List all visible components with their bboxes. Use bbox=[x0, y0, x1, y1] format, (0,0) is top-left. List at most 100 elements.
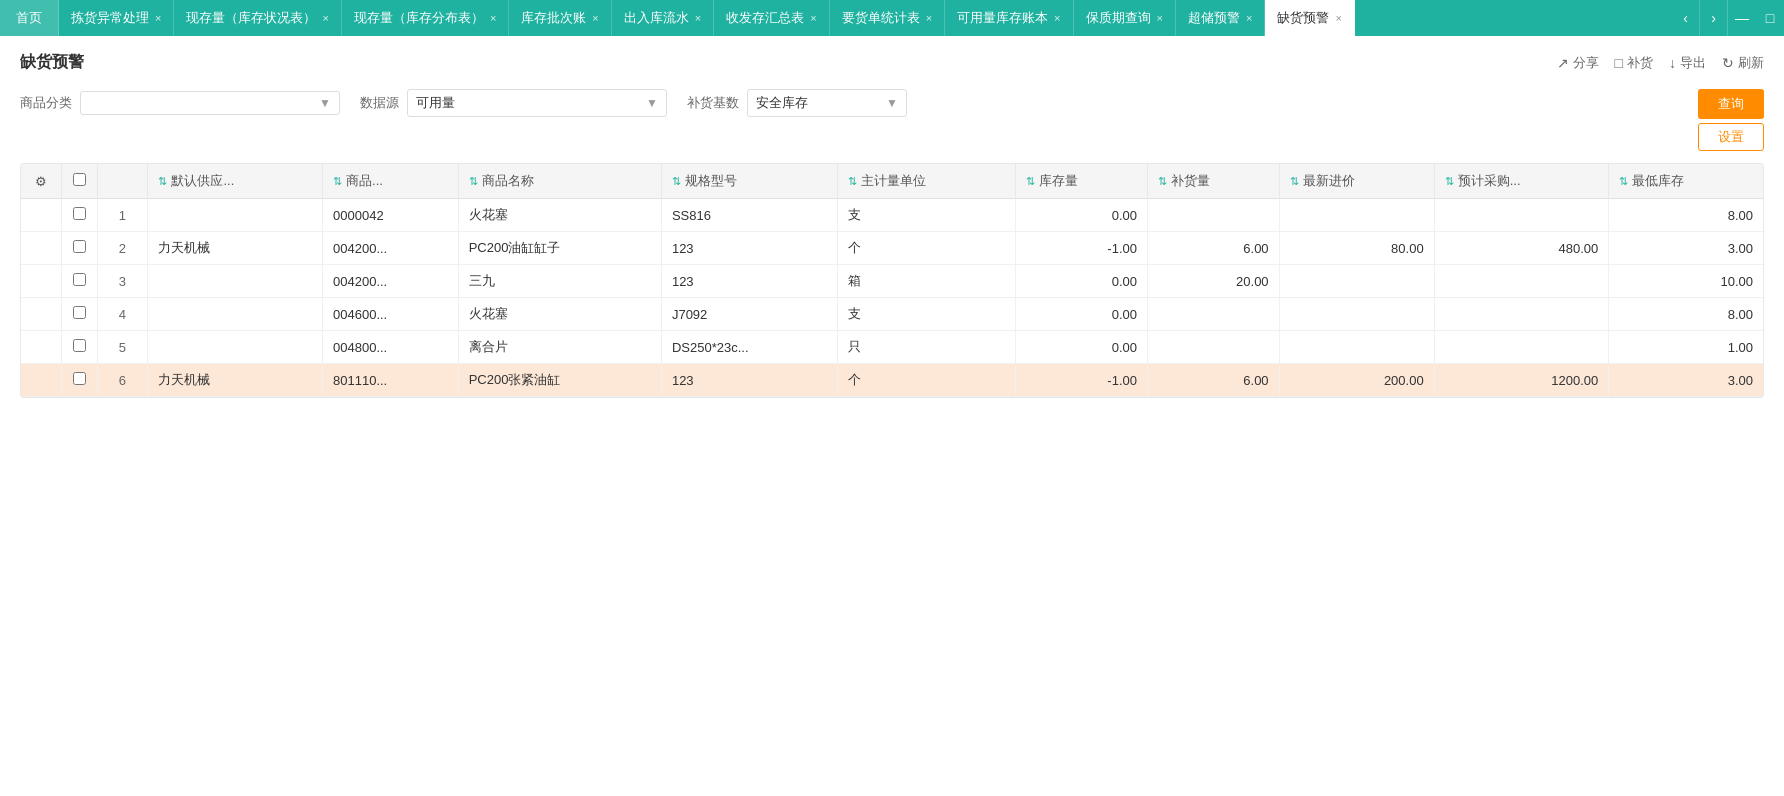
th-code[interactable]: ⇅商品... bbox=[323, 164, 459, 199]
td-est-purchase-0 bbox=[1434, 199, 1609, 232]
th-replenish[interactable]: ⇅补货量 bbox=[1148, 164, 1280, 199]
refresh-button[interactable]: ↻ 刷新 bbox=[1722, 54, 1764, 72]
td-est-purchase-2 bbox=[1434, 265, 1609, 298]
td-checkbox-0[interactable] bbox=[61, 199, 97, 232]
td-spec-3: J7092 bbox=[661, 298, 837, 331]
tab-close-inout-flow[interactable]: × bbox=[695, 12, 701, 24]
td-supplier-1: 力天机械 bbox=[148, 232, 323, 265]
td-stock-2: 0.00 bbox=[1016, 265, 1148, 298]
data-table: ⚙ ⇅默认供应... ⇅商品... ⇅商品名称 ⇅规格型号 bbox=[21, 164, 1763, 397]
table-row[interactable]: 5 004800... 离合片 DS250*23c... 只 0.00 1.00 bbox=[21, 331, 1763, 364]
datasource-select-text: 可用量 bbox=[416, 94, 638, 112]
tab-home[interactable]: 首页 bbox=[0, 0, 59, 36]
tab-batch-account[interactable]: 库存批次账 × bbox=[509, 0, 611, 36]
th-name[interactable]: ⇅商品名称 bbox=[458, 164, 661, 199]
tab-prev-btn[interactable]: ‹ bbox=[1672, 0, 1700, 36]
row-checkbox-4[interactable] bbox=[73, 339, 86, 352]
row-checkbox-1[interactable] bbox=[73, 240, 86, 253]
th-unit[interactable]: ⇅主计量单位 bbox=[837, 164, 1016, 199]
td-checkbox-1[interactable] bbox=[61, 232, 97, 265]
tab-close-shortage[interactable]: × bbox=[1335, 12, 1341, 24]
tab-close-collection[interactable]: × bbox=[810, 12, 816, 24]
th-min-stock[interactable]: ⇅最低库存 bbox=[1609, 164, 1763, 199]
export-button[interactable]: ↓ 导出 bbox=[1669, 54, 1706, 72]
td-latest-price-4 bbox=[1279, 331, 1434, 364]
settings-button[interactable]: 设置 bbox=[1698, 123, 1764, 151]
tab-demand-stat[interactable]: 要货单统计表 × bbox=[830, 0, 945, 36]
tab-overstock[interactable]: 超储预警 × bbox=[1176, 0, 1265, 36]
tab-close-inventory-dist[interactable]: × bbox=[490, 12, 496, 24]
query-button[interactable]: 查询 bbox=[1698, 89, 1764, 119]
td-replenish-3 bbox=[1148, 298, 1280, 331]
tab-abnormal[interactable]: 拣货异常处理 × bbox=[59, 0, 174, 36]
row-checkbox-2[interactable] bbox=[73, 273, 86, 286]
td-est-purchase-4 bbox=[1434, 331, 1609, 364]
td-code-1: 004200... bbox=[323, 232, 459, 265]
tab-next-btn[interactable]: › bbox=[1700, 0, 1728, 36]
th-supplier[interactable]: ⇅默认供应... bbox=[148, 164, 323, 199]
category-select[interactable]: ▼ bbox=[80, 91, 340, 115]
replenish-basis-select[interactable]: 安全库存 ▼ bbox=[747, 89, 907, 117]
tab-inout-flow[interactable]: 出入库流水 × bbox=[612, 0, 714, 36]
td-spec-2: 123 bbox=[661, 265, 837, 298]
row-checkbox-3[interactable] bbox=[73, 306, 86, 319]
td-checkbox-3[interactable] bbox=[61, 298, 97, 331]
td-replenish-1: 6.00 bbox=[1148, 232, 1280, 265]
th-checkbox[interactable] bbox=[61, 164, 97, 199]
table-row[interactable]: 2 力天机械 004200... PC200油缸缸子 123 个 -1.00 6… bbox=[21, 232, 1763, 265]
filter-actions: 查询 设置 bbox=[1698, 89, 1764, 151]
tab-minimize-btn[interactable]: — bbox=[1728, 0, 1756, 36]
tab-close-available[interactable]: × bbox=[1054, 12, 1060, 24]
tab-close-inventory-status[interactable]: × bbox=[322, 12, 328, 24]
tab-close-expiry[interactable]: × bbox=[1157, 12, 1163, 24]
sort-min-stock-icon: ⇅ bbox=[1619, 175, 1628, 188]
th-est-purchase[interactable]: ⇅预计采购... bbox=[1434, 164, 1609, 199]
tab-close-demand-stat[interactable]: × bbox=[926, 12, 932, 24]
tab-close-overstock[interactable]: × bbox=[1246, 12, 1252, 24]
th-spec[interactable]: ⇅规格型号 bbox=[661, 164, 837, 199]
export-icon: ↓ bbox=[1669, 55, 1676, 71]
table-row[interactable]: 1 0000042 火花塞 SS816 支 0.00 8.00 bbox=[21, 199, 1763, 232]
td-name-5: PC200张紧油缸 bbox=[458, 364, 661, 397]
page-title-row: 缺货预警 ↗ 分享 □ 补货 ↓ 导出 ↻ 刷新 bbox=[20, 52, 1764, 73]
data-table-wrapper: ⚙ ⇅默认供应... ⇅商品... ⇅商品名称 ⇅规格型号 bbox=[20, 163, 1764, 398]
td-num-2: 3 bbox=[97, 265, 148, 298]
tab-collection[interactable]: 收发存汇总表 × bbox=[714, 0, 829, 36]
tab-expiry[interactable]: 保质期查询 × bbox=[1074, 0, 1176, 36]
row-checkbox-0[interactable] bbox=[73, 207, 86, 220]
td-checkbox-5[interactable] bbox=[61, 364, 97, 397]
tab-inventory-status[interactable]: 现存量（库存状况表） × bbox=[174, 0, 341, 36]
tab-inventory-dist[interactable]: 现存量（库存分布表） × bbox=[342, 0, 509, 36]
td-num-4: 5 bbox=[97, 331, 148, 364]
share-button[interactable]: ↗ 分享 bbox=[1557, 54, 1599, 72]
tab-close-batch-account[interactable]: × bbox=[592, 12, 598, 24]
td-replenish-0 bbox=[1148, 199, 1280, 232]
td-checkbox-4[interactable] bbox=[61, 331, 97, 364]
tab-available[interactable]: 可用量库存账本 × bbox=[945, 0, 1073, 36]
row-checkbox-5[interactable] bbox=[73, 372, 86, 385]
td-unit-0: 支 bbox=[837, 199, 1016, 232]
table-row[interactable]: 4 004600... 火花塞 J7092 支 0.00 8.00 bbox=[21, 298, 1763, 331]
td-name-0: 火花塞 bbox=[458, 199, 661, 232]
th-stock[interactable]: ⇅库存量 bbox=[1016, 164, 1148, 199]
replenish-button[interactable]: □ 补货 bbox=[1615, 54, 1653, 72]
td-est-purchase-3 bbox=[1434, 298, 1609, 331]
replenish-basis-label: 补货基数 bbox=[687, 94, 739, 112]
th-latest-price[interactable]: ⇅最新进价 bbox=[1279, 164, 1434, 199]
td-gear-3 bbox=[21, 298, 61, 331]
datasource-select[interactable]: 可用量 ▼ bbox=[407, 89, 667, 117]
td-latest-price-0 bbox=[1279, 199, 1434, 232]
td-checkbox-2[interactable] bbox=[61, 265, 97, 298]
td-gear-2 bbox=[21, 265, 61, 298]
tab-close-abnormal[interactable]: × bbox=[155, 12, 161, 24]
td-spec-0: SS816 bbox=[661, 199, 837, 232]
replenish-basis-select-text: 安全库存 bbox=[756, 94, 878, 112]
select-all-checkbox[interactable] bbox=[73, 173, 86, 186]
th-gear[interactable]: ⚙ bbox=[21, 164, 61, 199]
table-row[interactable]: 6 力天机械 801110... PC200张紧油缸 123 个 -1.00 6… bbox=[21, 364, 1763, 397]
table-row[interactable]: 3 004200... 三九 123 箱 0.00 20.00 10.00 bbox=[21, 265, 1763, 298]
tab-maximize-btn[interactable]: □ bbox=[1756, 0, 1784, 36]
tab-shortage[interactable]: 缺货预警 × bbox=[1265, 0, 1354, 36]
td-unit-4: 只 bbox=[837, 331, 1016, 364]
td-replenish-5: 6.00 bbox=[1148, 364, 1280, 397]
